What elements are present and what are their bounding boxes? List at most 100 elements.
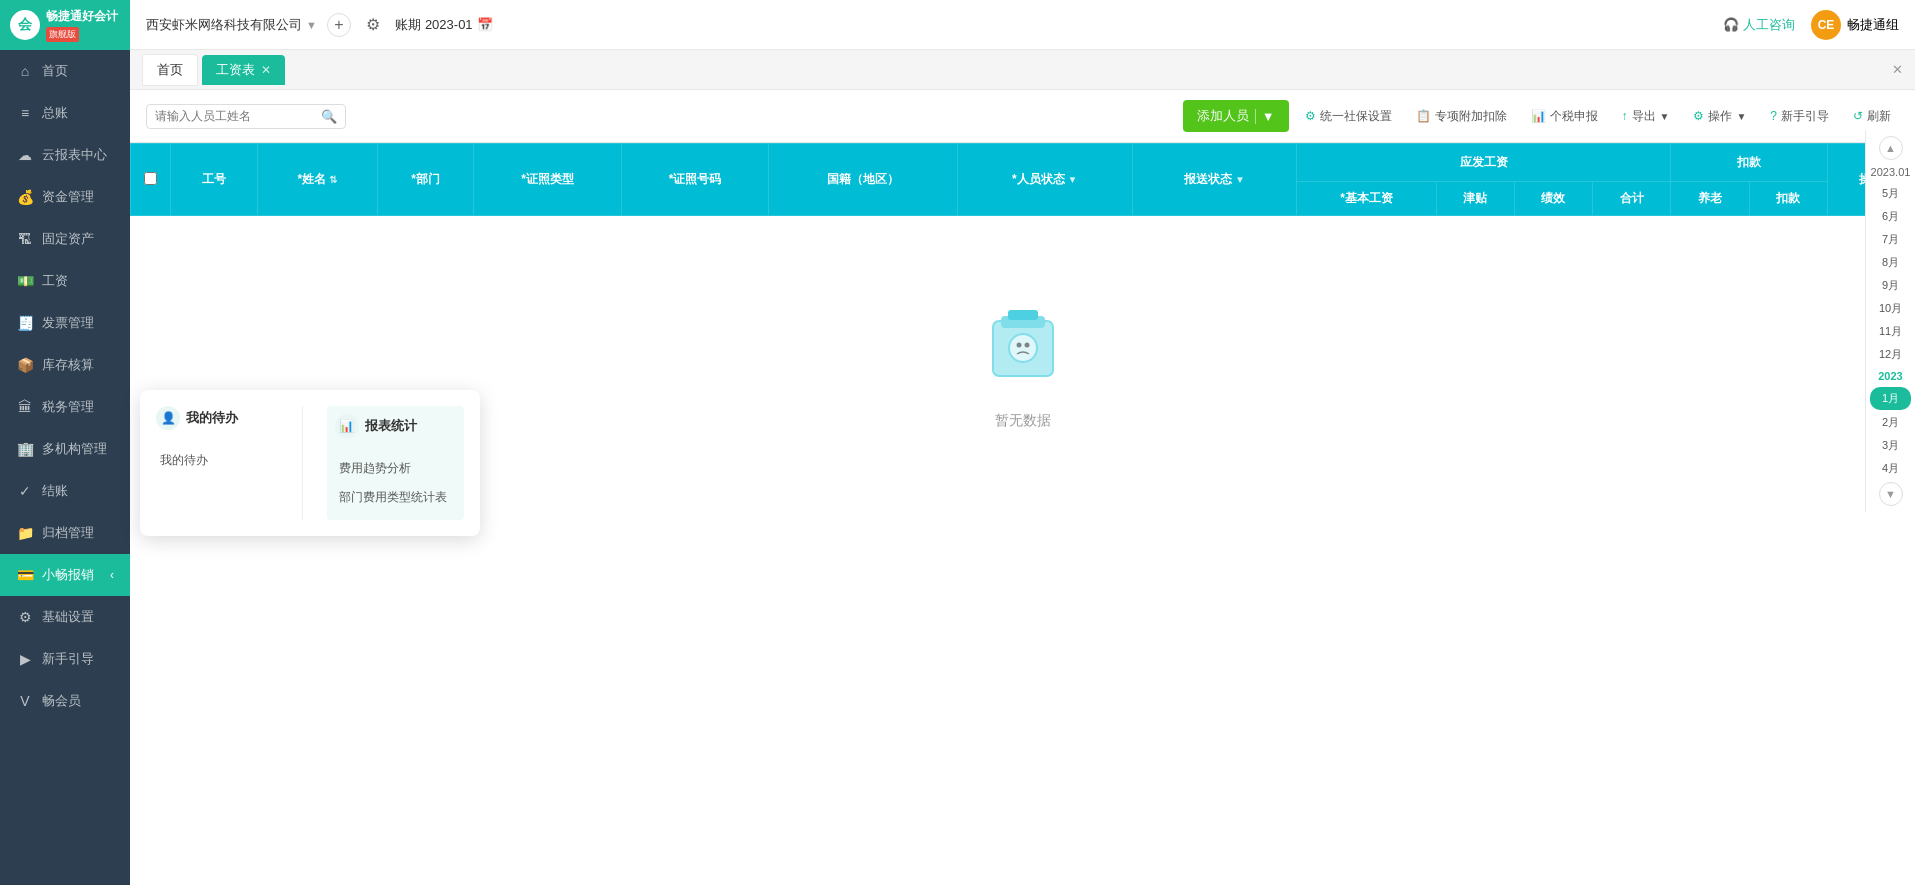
th-deductions: 扣款 [1671, 144, 1828, 182]
select-all-checkbox[interactable] [144, 172, 157, 185]
sidebar-item-invoice[interactable]: 🧾 发票管理 [0, 302, 130, 344]
search-input[interactable] [155, 109, 315, 123]
name-sort-icon[interactable]: ⇅ [329, 174, 337, 185]
th-emp-no: 工号 [171, 144, 258, 216]
sidebar-item-home[interactable]: ⌂ 首页 [0, 50, 130, 92]
tab-salary-table[interactable]: 工资表 ✕ [202, 55, 285, 85]
th-checkbox[interactable] [131, 144, 171, 216]
person-status-filter-icon[interactable]: ▼ [1068, 174, 1078, 185]
popup-todo-header: 👤 我的待办 [156, 406, 278, 434]
settings-icon: ⚙ [16, 609, 34, 625]
support-button[interactable]: 🎧 人工咨询 [1723, 16, 1795, 34]
add-company-button[interactable]: + [327, 13, 351, 37]
new-guide-icon: ? [1770, 109, 1777, 123]
th-pension: 养老 [1671, 182, 1749, 216]
sidebar-item-membership[interactable]: V 畅会员 [0, 680, 130, 722]
timeline-month-7[interactable]: 7月 [1866, 228, 1915, 251]
tabbar: 首页 工资表 ✕ ✕ [130, 50, 1915, 90]
timeline-month-2[interactable]: 2月 [1866, 411, 1915, 434]
svg-point-3 [1009, 334, 1037, 362]
invoice-icon: 🧾 [16, 315, 34, 331]
sidebar-item-archive[interactable]: 📁 归档管理 [0, 512, 130, 554]
timeline-month-11[interactable]: 11月 [1866, 320, 1915, 343]
user-menu[interactable]: CE 畅捷通组 [1811, 10, 1899, 40]
export-action[interactable]: ↑ 导出 ▼ [1614, 104, 1678, 129]
timeline-header: 2023.01 [1871, 162, 1911, 182]
sidebar-item-multi-org[interactable]: 🏢 多机构管理 [0, 428, 130, 470]
sidebar-item-salary[interactable]: 💵 工资 [0, 260, 130, 302]
th-deduct-other: 扣款 [1749, 182, 1827, 216]
cloud-icon: ☁ [16, 147, 34, 163]
th-nationality: 国籍（地区） [769, 144, 957, 216]
sidebar-item-fund[interactable]: 💰 资金管理 [0, 176, 130, 218]
th-dept: *部门 [377, 144, 474, 216]
th-person-status: *人员状态 ▼ [957, 144, 1132, 216]
sidebar-item-settlement[interactable]: ✓ 结账 [0, 470, 130, 512]
sidebar: 会 畅捷通好会计 旗舰版 ⌂ 首页 ≡ 总账 ☁ 云报表中心 💰 资金管理 🏗 … [0, 0, 130, 885]
sidebar-item-guide[interactable]: ▶ 新手引导 [0, 638, 130, 680]
report-item-0[interactable]: 费用趋势分析 [335, 454, 457, 483]
timeline-down-button[interactable]: ▼ [1879, 482, 1903, 506]
add-person-dropdown-icon[interactable]: ▼ [1255, 109, 1275, 124]
special-deduction-action[interactable]: 📋 专项附加扣除 [1408, 104, 1515, 129]
assets-icon: 🏗 [16, 231, 34, 247]
search-box[interactable]: 🔍 [146, 104, 346, 129]
refresh-action[interactable]: ↺ 刷新 [1845, 104, 1899, 129]
toolbar-right: 添加人员 ▼ ⚙ 统一社保设置 📋 专项附加扣除 📊 个税申报 ↑ 导出 [1183, 100, 1899, 132]
timeline-month-10[interactable]: 10月 [1866, 297, 1915, 320]
timeline-month-6[interactable]: 6月 [1866, 205, 1915, 228]
main-area: 西安虾米网络科技有限公司 ▼ + ⚙ 账期 2023-01 📅 🎧 人工咨询 C… [130, 0, 1915, 885]
sidebar-item-tax[interactable]: 🏛 税务管理 [0, 386, 130, 428]
th-performance: 绩效 [1514, 182, 1592, 216]
tab-close-all[interactable]: ✕ [1892, 62, 1903, 77]
report-item-1[interactable]: 部门费用类型统计表 [335, 483, 457, 512]
sidebar-item-ledger[interactable]: ≡ 总账 [0, 92, 130, 134]
topbar-right: 🎧 人工咨询 CE 畅捷通组 [1723, 10, 1899, 40]
todo-icon: 👤 [156, 406, 180, 430]
personal-tax-action[interactable]: 📊 个税申报 [1523, 104, 1606, 129]
settlement-icon: ✓ [16, 483, 34, 499]
timeline-month-12[interactable]: 12月 [1866, 343, 1915, 366]
sidebar-item-expense[interactable]: 💳 小畅报销 ‹ [0, 554, 130, 596]
tab-close-button[interactable]: ✕ [261, 63, 271, 77]
popup-section: 👤 我的待办 我的待办 📊 报表统计 费用趋势分析 部门费用类型统计表 [156, 406, 464, 520]
topbar: 西安虾米网络科技有限公司 ▼ + ⚙ 账期 2023-01 📅 🎧 人工咨询 C… [130, 0, 1915, 50]
todo-item-0[interactable]: 我的待办 [156, 446, 278, 475]
ledger-icon: ≡ [16, 105, 34, 121]
sidebar-item-cloud-report[interactable]: ☁ 云报表中心 [0, 134, 130, 176]
timeline-up-button[interactable]: ▲ [1879, 136, 1903, 160]
timeline-month-9[interactable]: 9月 [1866, 274, 1915, 297]
timeline-month-1[interactable]: 1月 [1870, 387, 1911, 410]
popup-col-report: 📊 报表统计 费用趋势分析 部门费用类型统计表 [327, 406, 465, 520]
add-person-button[interactable]: 添加人员 ▼ [1183, 100, 1289, 132]
th-total: 合计 [1593, 182, 1671, 216]
report-icon: 📊 [335, 414, 359, 438]
new-guide-action[interactable]: ? 新手引导 [1762, 104, 1837, 129]
expense-dropdown-popup: 👤 我的待办 我的待办 📊 报表统计 费用趋势分析 部门费用类型统计表 [140, 390, 480, 536]
sidebar-item-inventory[interactable]: 📦 库存核算 [0, 344, 130, 386]
fund-icon: 💰 [16, 189, 34, 205]
company-settings-button[interactable]: ⚙ [361, 13, 385, 37]
timeline-year-2023: 2023 [1878, 366, 1902, 386]
timeline-month-3[interactable]: 3月 [1866, 434, 1915, 457]
salary-table: 工号 *姓名 ⇅ *部门 [130, 143, 1915, 216]
timeline-month-5[interactable]: 5月 [1866, 182, 1915, 205]
avatar: CE [1811, 10, 1841, 40]
sidebar-item-basic-settings[interactable]: ⚙ 基础设置 [0, 596, 130, 638]
timeline-month-4[interactable]: 4月 [1866, 457, 1915, 480]
period-selector[interactable]: 账期 2023-01 📅 [395, 16, 493, 34]
calendar-icon: 📅 [477, 17, 493, 32]
report-status-filter-icon[interactable]: ▼ [1235, 174, 1245, 185]
refresh-icon: ↺ [1853, 109, 1863, 123]
operations-action[interactable]: ⚙ 操作 ▼ [1685, 104, 1754, 129]
company-selector[interactable]: 西安虾米网络科技有限公司 ▼ [146, 16, 317, 34]
th-base-salary: *基本工资 [1297, 182, 1436, 216]
expense-icon: 💳 [16, 567, 34, 583]
tab-home[interactable]: 首页 [142, 54, 198, 86]
timeline: ▲ 2023.01 5月 6月 7月 8月 9月 10月 11月 12月 202… [1865, 130, 1915, 512]
social-security-action[interactable]: ⚙ 统一社保设置 [1297, 104, 1400, 129]
search-icon: 🔍 [321, 109, 337, 124]
timeline-month-8[interactable]: 8月 [1866, 251, 1915, 274]
tax-icon: 🏛 [16, 399, 34, 415]
sidebar-item-fixed-assets[interactable]: 🏗 固定资产 [0, 218, 130, 260]
